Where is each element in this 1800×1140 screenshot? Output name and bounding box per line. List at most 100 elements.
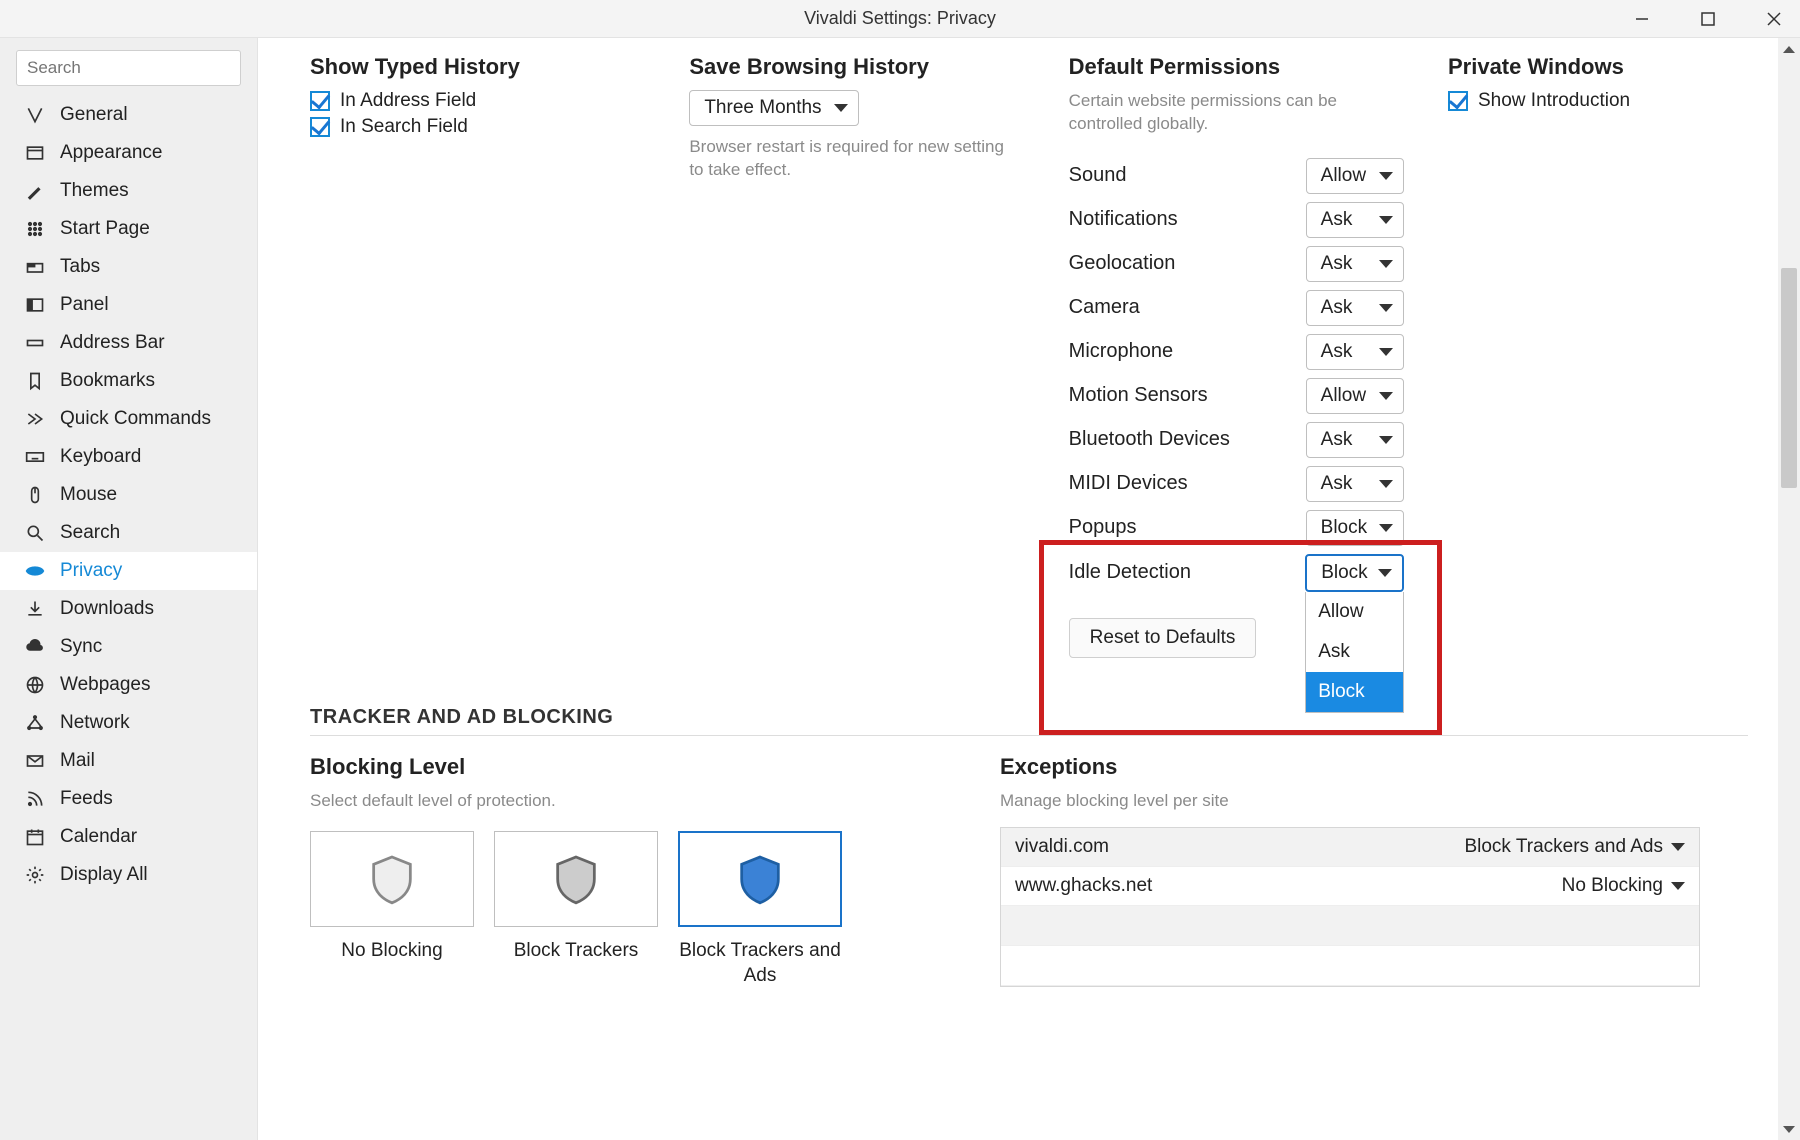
perm-row-notifications: Notifications Ask <box>1069 202 1404 238</box>
download-icon <box>24 598 46 620</box>
exception-level-select[interactable]: No Blocking <box>1562 875 1685 897</box>
scroll-down-icon[interactable] <box>1778 1118 1800 1140</box>
sidebar-item-label: Quick Commands <box>60 408 211 430</box>
check-in-search-field[interactable]: In Search Field <box>310 116 639 138</box>
chevron-down-icon <box>1379 524 1393 532</box>
sidebar-item-quick-commands[interactable]: Quick Commands <box>0 400 257 438</box>
mouse-icon <box>24 484 46 506</box>
reset-defaults-button[interactable]: Reset to Defaults <box>1069 618 1257 658</box>
sidebar-item-display-all[interactable]: Display All <box>0 856 257 894</box>
exception-level-select[interactable]: Block Trackers and Ads <box>1464 836 1685 858</box>
sidebar-item-label: Downloads <box>60 598 154 620</box>
content-pane: Show Typed History In Address Field In S… <box>258 38 1800 1140</box>
panel-icon <box>24 294 46 316</box>
exceptions-hint: Manage blocking level per site <box>1000 790 1720 813</box>
perm-row-popups: PopupsBlock <box>1069 510 1404 546</box>
vivaldi-icon <box>24 104 46 126</box>
sidebar-item-webpages[interactable]: Webpages <box>0 666 257 704</box>
perm-select-camera[interactable]: Ask <box>1306 290 1404 326</box>
chevron-down-icon <box>1379 480 1393 488</box>
sidebar-item-downloads[interactable]: Downloads <box>0 590 257 628</box>
checkbox-icon <box>310 91 330 111</box>
dropdown-option-block[interactable]: Block <box>1306 672 1402 712</box>
tabs-icon <box>24 256 46 278</box>
sidebar-item-search[interactable]: Search <box>0 514 257 552</box>
sidebar-item-mouse[interactable]: Mouse <box>0 476 257 514</box>
scrollbar[interactable] <box>1778 38 1800 1140</box>
exception-row[interactable]: www.ghacks.net No Blocking <box>1001 867 1699 906</box>
rss-icon <box>24 788 46 810</box>
search-input[interactable] <box>16 50 241 86</box>
perm-row-idle-detection: Idle Detection Block <box>1069 554 1404 592</box>
perm-select-geolocation[interactable]: Ask <box>1306 246 1404 282</box>
sidebar-item-panel[interactable]: Panel <box>0 286 257 324</box>
sidebar-item-start-page[interactable]: Start Page <box>0 210 257 248</box>
window-maximize-button[interactable] <box>1688 0 1728 38</box>
chevron-down-icon <box>834 104 848 112</box>
sidebar-item-tabs[interactable]: Tabs <box>0 248 257 286</box>
perm-select-motion-sensors[interactable]: Allow <box>1306 378 1404 414</box>
gear-icon <box>24 864 46 886</box>
perm-select-bluetooth-devices[interactable]: Ask <box>1306 422 1404 458</box>
sidebar-item-keyboard[interactable]: Keyboard <box>0 438 257 476</box>
default-permissions-title: Default Permissions <box>1069 54 1398 80</box>
sidebar-item-network[interactable]: Network <box>0 704 257 742</box>
exception-row[interactable] <box>1001 906 1699 946</box>
sidebar-item-bookmarks[interactable]: Bookmarks <box>0 362 257 400</box>
perm-select-midi-devices[interactable]: Ask <box>1306 466 1404 502</box>
sidebar-item-appearance[interactable]: Appearance <box>0 134 257 172</box>
sidebar-item-label: Sync <box>60 636 102 658</box>
sidebar-item-label: Start Page <box>60 218 150 240</box>
perm-select-idle-detection[interactable]: Block <box>1305 554 1403 592</box>
blocking-card-none[interactable]: No Blocking <box>310 831 474 988</box>
sidebar-item-privacy[interactable]: Privacy <box>0 552 257 590</box>
chevron-down-icon <box>1379 304 1393 312</box>
dropdown-option-ask[interactable]: Ask <box>1306 632 1402 672</box>
sidebar-item-themes[interactable]: Themes <box>0 172 257 210</box>
dropdown-option-allow[interactable]: Allow <box>1306 592 1402 632</box>
perm-select-notifications[interactable]: Ask <box>1306 202 1404 238</box>
sidebar-item-label: Panel <box>60 294 109 316</box>
blocking-level-hint: Select default level of protection. <box>310 790 950 813</box>
browsing-history-select[interactable]: Three Months <box>689 90 859 126</box>
keyboard-icon <box>24 446 46 468</box>
perm-select-popups[interactable]: Block <box>1306 510 1404 546</box>
blocking-card-trackers-ads[interactable]: Block Trackers and Ads <box>678 831 842 988</box>
sidebar-item-feeds[interactable]: Feeds <box>0 780 257 818</box>
forward-icon <box>24 408 46 430</box>
exception-row[interactable]: vivaldi.com Block Trackers and Ads <box>1001 828 1699 867</box>
sidebar-item-address-bar[interactable]: Address Bar <box>0 324 257 362</box>
blocking-level-title: Blocking Level <box>310 754 950 780</box>
check-in-address-field[interactable]: In Address Field <box>310 90 639 112</box>
chevron-down-icon <box>1378 569 1392 577</box>
blocking-card-trackers[interactable]: Block Trackers <box>494 831 658 988</box>
window-icon <box>24 142 46 164</box>
search-icon <box>24 522 46 544</box>
exceptions-list: vivaldi.com Block Trackers and Ads www.g… <box>1000 827 1700 987</box>
scroll-thumb[interactable] <box>1781 268 1797 488</box>
perm-row-motion-sensors: Motion SensorsAllow <box>1069 378 1404 414</box>
chevron-down-icon <box>1379 348 1393 356</box>
perm-label: Idle Detection <box>1069 561 1191 584</box>
check-show-introduction[interactable]: Show Introduction <box>1448 90 1748 112</box>
default-permissions-hint: Certain website permissions can be contr… <box>1069 90 1398 136</box>
idle-detection-dropdown[interactable]: AllowAskBlock <box>1305 592 1403 713</box>
sidebar-item-general[interactable]: General <box>0 96 257 134</box>
sidebar-item-label: Tabs <box>60 256 100 278</box>
scroll-up-icon[interactable] <box>1778 38 1800 60</box>
perm-label: Notifications <box>1069 208 1178 231</box>
exception-site: vivaldi.com <box>1015 836 1109 858</box>
sidebar-item-mail[interactable]: Mail <box>0 742 257 780</box>
chevron-down-icon <box>1379 216 1393 224</box>
sidebar-item-calendar[interactable]: Calendar <box>0 818 257 856</box>
window-minimize-button[interactable] <box>1622 0 1662 38</box>
perm-select-sound[interactable]: Allow <box>1306 158 1404 194</box>
cloud-icon <box>24 636 46 658</box>
window-close-button[interactable] <box>1754 0 1794 38</box>
sidebar-item-sync[interactable]: Sync <box>0 628 257 666</box>
tracker-section-heading: TRACKER AND AD BLOCKING <box>310 706 1748 729</box>
exception-row[interactable] <box>1001 946 1699 986</box>
perm-select-microphone[interactable]: Ask <box>1306 334 1404 370</box>
sidebar-item-label: General <box>60 104 128 126</box>
perm-label: Camera <box>1069 296 1140 319</box>
